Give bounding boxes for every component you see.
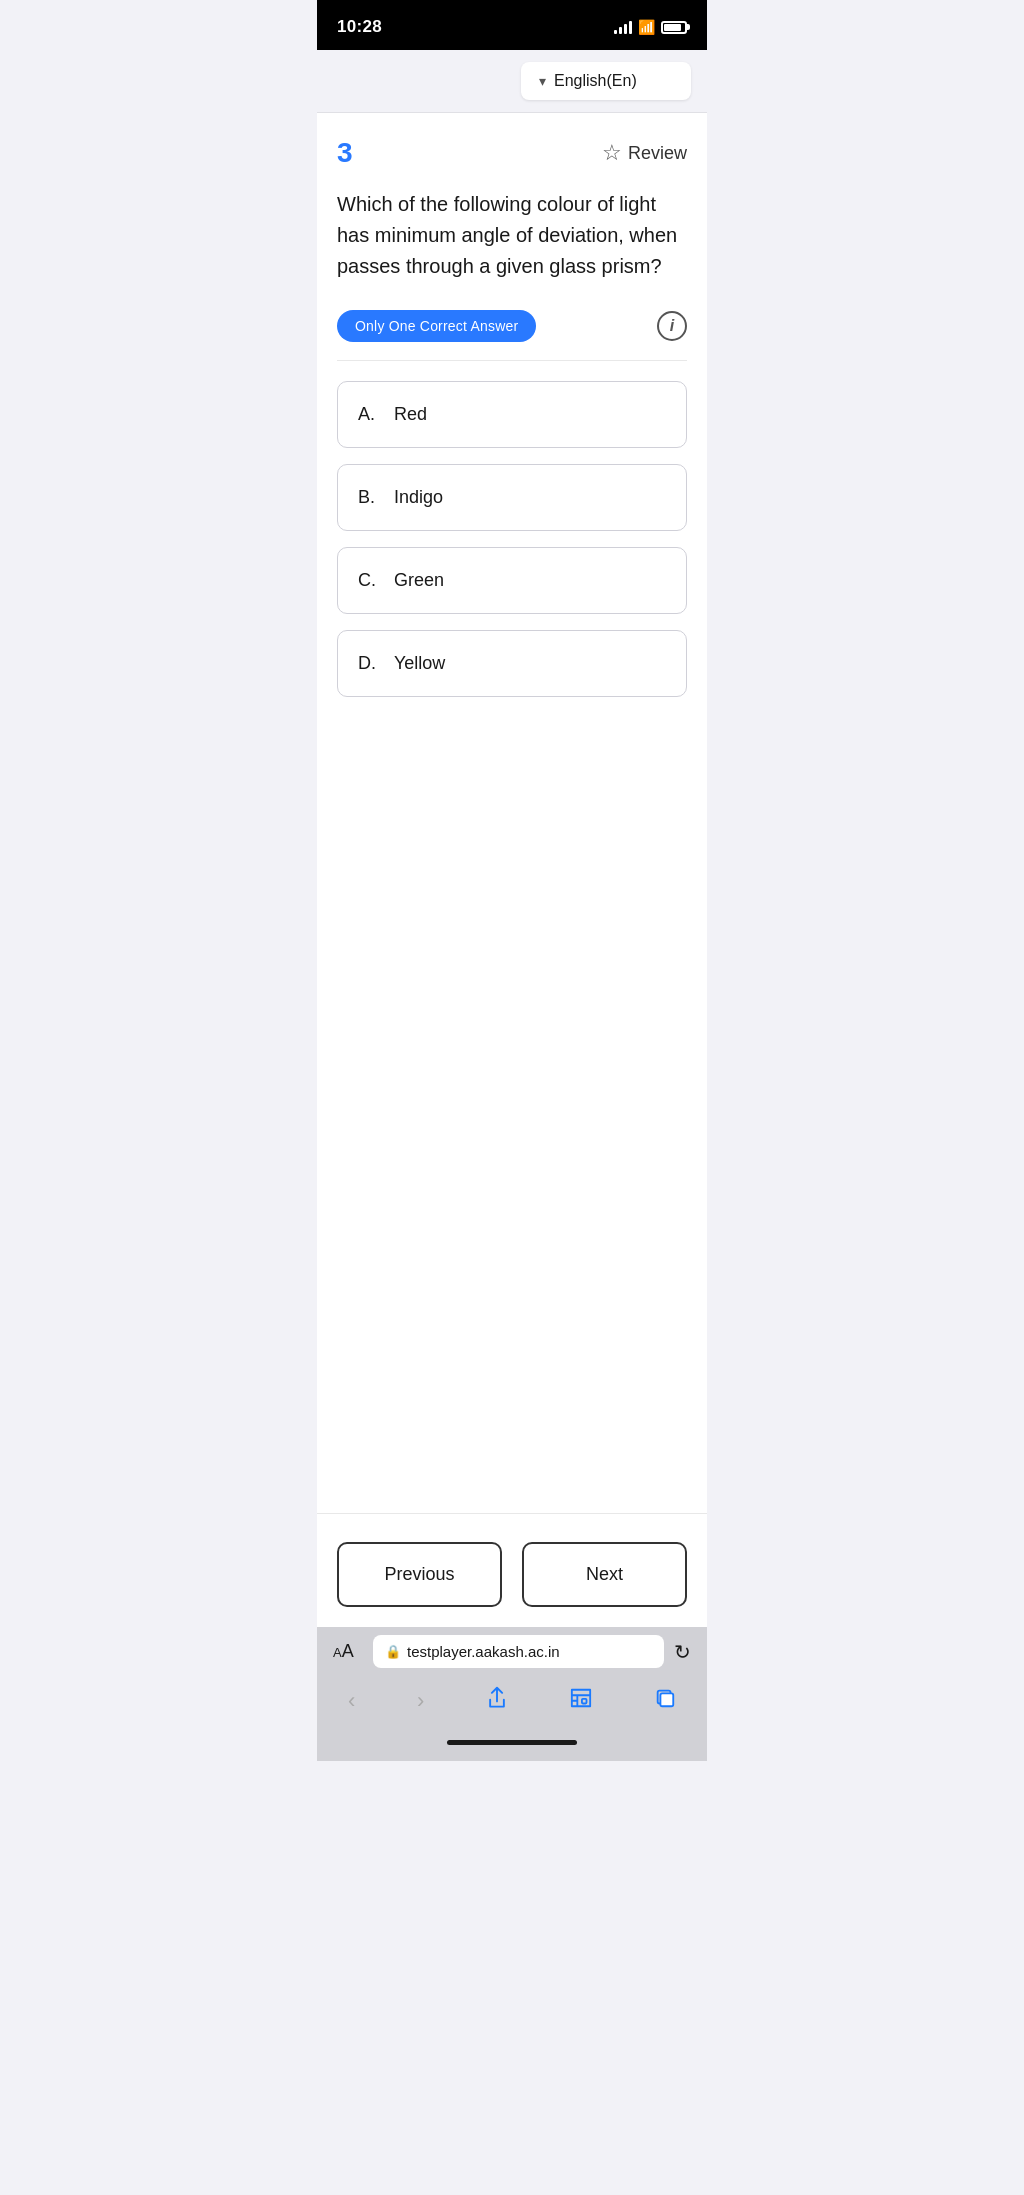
next-button[interactable]: Next (522, 1542, 687, 1607)
info-icon[interactable]: i (657, 311, 687, 341)
battery-icon (661, 21, 687, 34)
option-c-letter: C. (358, 570, 378, 591)
option-a-letter: A. (358, 404, 378, 425)
option-c[interactable]: C. Green (337, 547, 687, 614)
star-icon: ☆ (602, 140, 622, 166)
nav-buttons: Previous Next (317, 1513, 707, 1627)
options-container: A. Red B. Indigo C. Green D. Yellow (337, 381, 687, 697)
header: ▾ English(En) (317, 50, 707, 113)
signal-icon (614, 20, 632, 34)
svg-rect-2 (660, 1693, 673, 1706)
question-header: 3 ☆ Review (337, 137, 687, 169)
safari-bookmarks-button[interactable] (556, 1680, 606, 1722)
safari-forward-button[interactable]: › (403, 1682, 438, 1720)
status-time: 10:28 (337, 17, 382, 37)
language-selector[interactable]: ▾ English(En) (521, 62, 691, 100)
safari-url-text: testplayer.aakash.ac.in (407, 1643, 560, 1660)
language-label: English(En) (554, 72, 637, 90)
safari-share-button[interactable] (472, 1680, 522, 1722)
option-c-text: Green (394, 570, 444, 591)
status-bar: 10:28 📶 (317, 0, 707, 50)
option-a[interactable]: A. Red (337, 381, 687, 448)
spacer (337, 697, 687, 737)
option-b-letter: B. (358, 487, 378, 508)
option-d[interactable]: D. Yellow (337, 630, 687, 697)
home-bar (447, 1740, 577, 1745)
safari-tabs-button[interactable] (640, 1680, 690, 1722)
option-b-text: Indigo (394, 487, 443, 508)
option-d-letter: D. (358, 653, 378, 674)
home-indicator (317, 1732, 707, 1761)
badge-row: Only One Correct Answer i (337, 310, 687, 361)
option-b[interactable]: B. Indigo (337, 464, 687, 531)
review-button[interactable]: ☆ Review (602, 140, 687, 166)
previous-button[interactable]: Previous (337, 1542, 502, 1607)
main-content: 3 ☆ Review Which of the following colour… (317, 113, 707, 1513)
option-d-text: Yellow (394, 653, 445, 674)
safari-back-button[interactable]: ‹ (334, 1682, 369, 1720)
wifi-icon: 📶 (638, 19, 655, 35)
safari-url-bar[interactable]: 🔒 testplayer.aakash.ac.in (373, 1635, 664, 1668)
option-a-text: Red (394, 404, 427, 425)
lock-icon: 🔒 (385, 1644, 401, 1659)
safari-bar: AA 🔒 testplayer.aakash.ac.in ↻ (317, 1627, 707, 1674)
safari-nav-bar: ‹ › (317, 1674, 707, 1732)
status-icons: 📶 (614, 19, 687, 35)
refresh-icon[interactable]: ↻ (674, 1640, 691, 1664)
correct-answer-badge: Only One Correct Answer (337, 310, 536, 342)
safari-aa-button[interactable]: AA (333, 1641, 363, 1662)
chevron-down-icon: ▾ (539, 73, 546, 89)
svg-rect-0 (582, 1699, 587, 1704)
review-label: Review (628, 143, 687, 164)
question-text: Which of the following colour of light h… (337, 189, 687, 282)
question-number: 3 (337, 137, 353, 169)
